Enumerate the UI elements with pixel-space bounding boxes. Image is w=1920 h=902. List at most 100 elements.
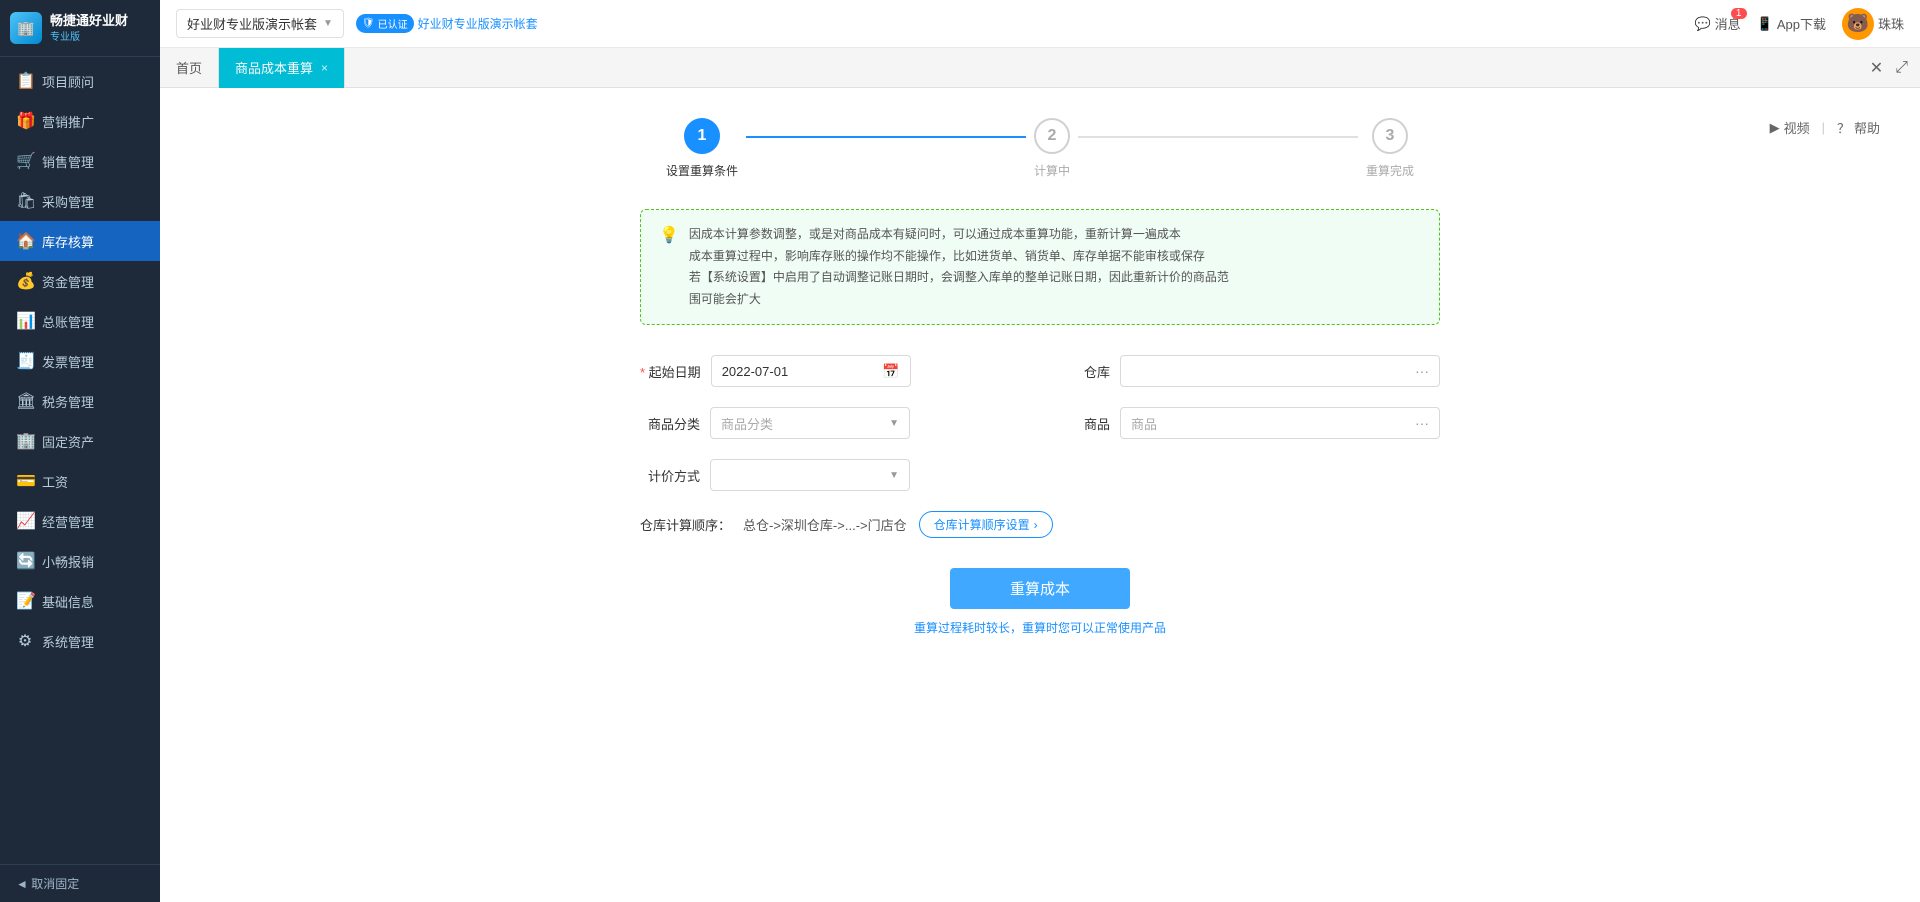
sidebar-item-label: 营销推广: [42, 112, 94, 131]
step-2: 2 计算中: [1034, 118, 1070, 179]
price-method-input[interactable]: ▼: [710, 459, 910, 491]
invoice-icon: 🧾: [16, 351, 34, 371]
topbar: 好业财专业版演示帐套 ▼ 🛡 已认证 好业财专业版演示帐套 💬 消息 1 📱 A…: [160, 0, 1920, 48]
sidebar-item-label: 库存核算: [42, 232, 94, 251]
sidebar-item-basic[interactable]: 📝基础信息: [0, 581, 160, 621]
form-row-1: 起始日期 2022-07-01 📅 仓库 ···: [640, 355, 1440, 387]
sidebar-item-label: 资金管理: [42, 272, 94, 291]
purchase-icon: 🛍: [16, 191, 34, 211]
main-content: 好业财专业版演示帐套 ▼ 🛡 已认证 好业财专业版演示帐套 💬 消息 1 📱 A…: [160, 0, 1920, 902]
finance-icon: 💰: [16, 271, 34, 291]
step-3-label: 重算完成: [1366, 162, 1414, 179]
assets-icon: 🏢: [16, 431, 34, 451]
sidebar-item-salary[interactable]: 💳 工资: [0, 461, 160, 501]
sidebar-nav: 📋项目顾问 🎁 营销推广 🛒销售管理 🛍 采购管理 🏠库存核算 💰 资金管理 📊 总账管理 🧾发票管理…: [0, 57, 160, 864]
sidebar-item-project[interactable]: 📋项目顾问: [0, 61, 160, 101]
goods-label: 商品: [1050, 414, 1110, 433]
sidebar-item-finance[interactable]: 💰 资金管理: [0, 261, 160, 301]
app-edition: 专业版: [50, 28, 128, 43]
sidebar-item-invoice[interactable]: 🧾发票管理: [0, 341, 160, 381]
topbar-right: 💬 消息 1 📱 App下载 🐻 珠珠: [1694, 8, 1904, 40]
video-link[interactable]: ▶ 视频: [1770, 118, 1810, 137]
warehouse-order-settings-button[interactable]: 仓库计算顺序设置 ›: [919, 511, 1053, 538]
tab-home[interactable]: 首页: [160, 48, 219, 88]
play-icon: ▶: [1770, 120, 1780, 136]
sidebar-item-system[interactable]: ⚙系统管理: [0, 621, 160, 661]
user-profile[interactable]: 🐻 珠珠: [1842, 8, 1904, 40]
app-title: 畅捷通好业财: [50, 13, 128, 29]
stepper: 1 设置重算条件 2 计算中 3 重算完成 ▶: [200, 118, 1880, 179]
step-line-2: [1078, 136, 1358, 138]
shield-icon: 🛡: [362, 18, 375, 29]
accounting-icon: 📊: [16, 311, 34, 331]
sidebar-item-purchase[interactable]: 🛍 采购管理: [0, 181, 160, 221]
sidebar-item-label: 工资: [42, 472, 68, 491]
app-download-button[interactable]: 📱 App下载: [1757, 14, 1826, 33]
form-group-goods: 商品 商品 ···: [1050, 407, 1440, 439]
notice-box: 💡 因成本计算参数调整，或是对商品成本有疑问时，可以通过成本重算功能，重新计算一…: [640, 209, 1440, 325]
start-date-label: 起始日期: [640, 362, 701, 381]
goods-input[interactable]: 商品 ···: [1120, 407, 1440, 439]
sidebar-item-inventory[interactable]: 🏠库存核算: [0, 221, 160, 261]
sidebar-item-label: 固定资产: [42, 432, 94, 451]
notice-icon: 💡: [659, 225, 679, 310]
step-1-label: 设置重算条件: [666, 162, 738, 179]
avatar: 🐻: [1842, 8, 1874, 40]
phone-icon: 📱: [1757, 16, 1773, 32]
submit-area: 重算成本 重算过程耗时较长，重算时您可以正常使用产品: [640, 568, 1440, 636]
sidebar-item-label: 采购管理: [42, 192, 94, 211]
account-name: 好业财专业版演示帐套: [187, 14, 317, 33]
category-dropdown-icon: ▼: [889, 418, 899, 429]
sidebar-item-label: 项目顾问: [42, 72, 94, 91]
sidebar-item-accounting[interactable]: 📊 总账管理: [0, 301, 160, 341]
category-input[interactable]: 商品分类 ▼: [710, 407, 910, 439]
message-badge: 1: [1731, 8, 1747, 19]
sidebar-item-tax[interactable]: 🏛 税务管理: [0, 381, 160, 421]
step-3: 3 重算完成: [1366, 118, 1414, 179]
message-button[interactable]: 💬 消息 1: [1694, 14, 1740, 33]
verified-area: 🛡 已认证 好业财专业版演示帐套: [356, 14, 538, 33]
sidebar-item-assets[interactable]: 🏢 固定资产: [0, 421, 160, 461]
recalculate-button[interactable]: 重算成本: [950, 568, 1130, 609]
sidebar-item-label: 总账管理: [42, 312, 94, 331]
form-row-2: 商品分类 商品分类 ▼ 商品 商品 ···: [640, 407, 1440, 439]
expand-tab-button[interactable]: ⤢: [1895, 59, 1908, 77]
warehouse-input[interactable]: ···: [1120, 355, 1440, 387]
sidebar-item-label: 销售管理: [42, 152, 94, 171]
warehouse-order-row: 仓库计算顺序： 总仓->深圳仓库->...->门店仓 仓库计算顺序设置 ›: [640, 511, 1440, 538]
sidebar-item-marketing[interactable]: 🎁 营销推广: [0, 101, 160, 141]
tab-close-icon[interactable]: ×: [321, 61, 328, 75]
account-chevron-icon: ▼: [323, 18, 333, 29]
verified-badge: 🛡 已认证: [356, 14, 414, 33]
calendar-icon: 📅: [882, 363, 899, 380]
salary-icon: 💳: [16, 471, 34, 491]
expense-icon: 🔄: [16, 551, 34, 571]
chevron-right-icon: ›: [1034, 518, 1038, 532]
step-2-label: 计算中: [1034, 162, 1070, 179]
sidebar-header: 🏢 畅捷通好业财 专业版: [0, 0, 160, 57]
sidebar-item-label: 税务管理: [42, 392, 94, 411]
marketing-icon: 🎁: [16, 111, 34, 131]
more-icon: ···: [1415, 363, 1429, 379]
submit-note: 重算过程耗时较长，重算时您可以正常使用产品: [640, 619, 1440, 636]
sidebar-item-label: 小畅报销: [42, 552, 94, 571]
sidebar-item-expense[interactable]: 🔄 小畅报销: [0, 541, 160, 581]
step-1-circle: 1: [684, 118, 720, 154]
tax-icon: 🏛: [16, 391, 34, 411]
tab-recalc[interactable]: 商品成本重算 ×: [219, 48, 345, 88]
step-1: 1 设置重算条件: [666, 118, 738, 179]
account-selector[interactable]: 好业财专业版演示帐套 ▼: [176, 9, 344, 38]
form-section: 起始日期 2022-07-01 📅 仓库 ···: [640, 355, 1440, 636]
help-link[interactable]: ？ 帮助: [1837, 118, 1880, 137]
warehouse-label: 仓库: [1050, 362, 1110, 381]
operation-icon: 📈: [16, 511, 34, 531]
sidebar-footer-unpin[interactable]: ◄ 取消固定: [0, 864, 160, 902]
app-logo: 🏢: [10, 12, 42, 44]
start-date-input[interactable]: 2022-07-01 📅: [711, 355, 911, 387]
sidebar-item-sales[interactable]: 🛒销售管理: [0, 141, 160, 181]
warehouse-order-value: 总仓->深圳仓库->...->门店仓: [743, 515, 907, 534]
sidebar-item-operation[interactable]: 📈经营管理: [0, 501, 160, 541]
form-group-price-method: 计价方式 ▼: [640, 459, 1030, 491]
close-tab-button[interactable]: ✕: [1870, 58, 1883, 78]
sidebar-item-label: 系统管理: [42, 632, 94, 651]
